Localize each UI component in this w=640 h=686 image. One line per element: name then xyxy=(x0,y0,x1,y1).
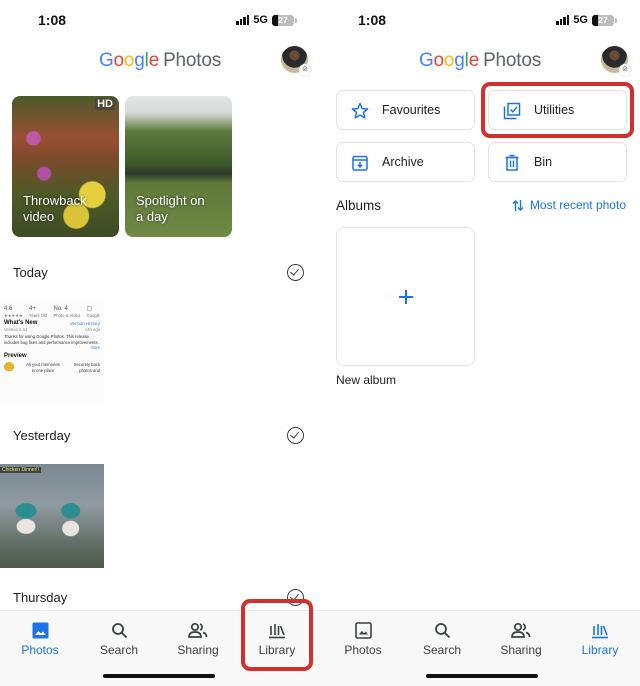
network-type: 5G xyxy=(573,14,588,26)
select-all-check-icon[interactable] xyxy=(287,427,304,444)
backup-off-icon: ⊘ xyxy=(299,64,311,76)
google-photos-logo: Google Photos xyxy=(98,50,222,71)
account-avatar[interactable]: ⊘ xyxy=(601,46,631,76)
date-header: Yesterday xyxy=(0,425,320,449)
select-all-check-icon[interactable] xyxy=(287,264,304,281)
memory-card[interactable]: Spotlight on a day xyxy=(125,96,232,237)
albums-header: Albums Most recent photo xyxy=(336,197,626,217)
albums-title: Albums xyxy=(336,198,382,213)
memories-carousel: HD Throwback video Spotlight on a day xyxy=(12,96,232,237)
star-icon xyxy=(351,102,369,120)
nav-search[interactable]: Search xyxy=(79,619,159,657)
library-icon xyxy=(560,619,640,641)
favourites-button[interactable]: Favourites xyxy=(336,90,475,130)
signal-icon xyxy=(236,15,250,25)
sort-albums-button[interactable]: Most recent photo xyxy=(512,198,626,212)
app-header: Google Photos ⊘ xyxy=(320,46,640,76)
battery-icon: 27 xyxy=(272,14,297,26)
plus-icon xyxy=(398,289,413,304)
home-indicator xyxy=(103,674,215,678)
battery-icon: 27 xyxy=(592,14,617,26)
hd-badge: HD xyxy=(95,98,115,110)
library-screen: 1:08 5G 27 Google Photos ⊘ Favourites Uti… xyxy=(320,0,640,686)
photo-thumbnail[interactable]: 4.6 ★★★★★ 4+ Years Old No. 4 Photo & Video … xyxy=(0,300,104,404)
status-bar: 1:08 5G 27 xyxy=(320,12,640,32)
memory-card[interactable]: HD Throwback video xyxy=(12,96,119,237)
photo-icon xyxy=(323,619,403,641)
nav-photos[interactable]: Photos xyxy=(323,619,403,657)
sharing-icon xyxy=(481,619,561,641)
archive-button[interactable]: Archive xyxy=(336,142,475,182)
nav-search[interactable]: Search xyxy=(402,619,482,657)
bin-button[interactable]: Bin xyxy=(488,142,627,182)
network-type: 5G xyxy=(253,14,268,26)
highlight-library-annotation xyxy=(241,599,313,671)
home-indicator xyxy=(426,674,538,678)
photo-thumbnail[interactable]: Chicken Dinner!! xyxy=(0,464,104,568)
search-icon xyxy=(79,619,159,641)
nav-photos[interactable]: Photos xyxy=(0,619,80,657)
nav-sharing[interactable]: Sharing xyxy=(158,619,238,657)
preview-emoji xyxy=(4,362,14,371)
trash-icon xyxy=(503,154,521,172)
photos-screen: 1:08 5G 27 Google Photos ⊘ HD Throwback v… xyxy=(0,0,320,686)
sort-icon xyxy=(512,199,524,211)
nav-library[interactable]: Library xyxy=(560,619,640,657)
google-photos-logo: Google Photos xyxy=(418,50,542,71)
new-album-button[interactable] xyxy=(336,227,475,366)
status-time: 1:08 xyxy=(358,12,387,28)
date-header: Today xyxy=(0,262,320,286)
photo-icon xyxy=(0,619,80,641)
memory-title: Throwback xyxy=(23,193,87,208)
archive-icon xyxy=(351,154,369,172)
status-bar: 1:08 5G 27 xyxy=(0,12,320,32)
memory-title: Spotlight on xyxy=(136,193,205,208)
new-album-label: New album xyxy=(336,373,397,387)
highlight-utilities-annotation xyxy=(481,82,634,138)
search-icon xyxy=(402,619,482,641)
status-time: 1:08 xyxy=(38,12,67,28)
nav-sharing[interactable]: Sharing xyxy=(481,619,561,657)
app-header: Google Photos ⊘ xyxy=(0,46,320,76)
signal-icon xyxy=(556,15,570,25)
bottom-navigation: Photos Search Sharing Library xyxy=(320,610,640,686)
backup-off-icon: ⊘ xyxy=(619,64,631,76)
sharing-icon xyxy=(158,619,238,641)
account-avatar[interactable]: ⊘ xyxy=(281,46,311,76)
